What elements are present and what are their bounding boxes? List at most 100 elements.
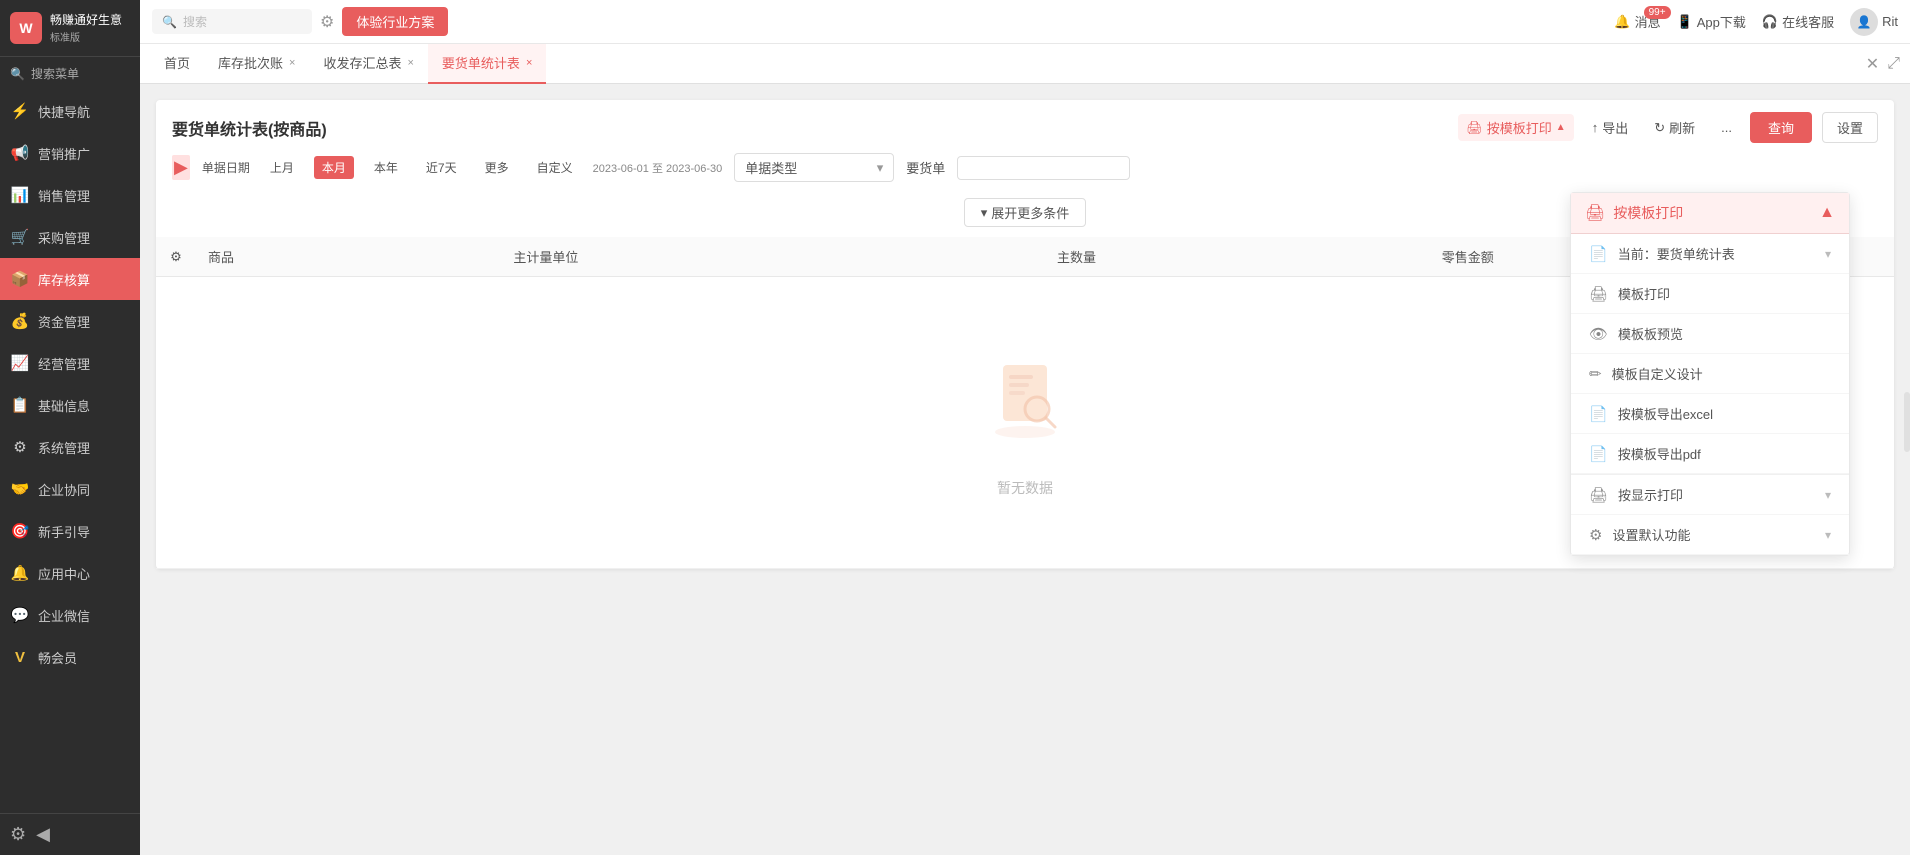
expand-window-icon[interactable]: ⤢ [1887, 55, 1900, 73]
sidebar-item-finance[interactable]: 💰 资金管理 [0, 300, 140, 342]
scrollbar-thumb[interactable] [1904, 392, 1910, 452]
sidebar-item-appstore[interactable]: 🔔 应用中心 [0, 552, 140, 594]
print-label: 按模板打印 [1487, 118, 1552, 137]
sidebar-item-basic[interactable]: 📋 基础信息 [0, 384, 140, 426]
sales-icon: 📊 [10, 185, 30, 205]
trial-button[interactable]: 体验行业方案 [342, 7, 448, 36]
scrollbar[interactable] [1904, 84, 1910, 855]
tab-order-stats-close[interactable]: × [526, 57, 532, 69]
dropdown-template-preview[interactable]: 👁 模板板预览 [1571, 314, 1849, 354]
date-btn-cur[interactable]: 本月 [314, 156, 354, 179]
sidebar-item-wechat[interactable]: 💬 企业微信 [0, 594, 140, 636]
app-download-label: App下载 [1697, 12, 1746, 31]
export-label: 导出 [1602, 118, 1628, 137]
sidebar-item-inventory[interactable]: 📦 库存核算 [0, 258, 140, 300]
sidebar-item-quicknav[interactable]: ⚡ 快捷导航 [0, 90, 140, 132]
sidebar-bottom: ⚙ ◀ [0, 813, 140, 855]
filter-input[interactable] [957, 156, 1130, 180]
tab-collection[interactable]: 收发存汇总表 × [309, 44, 427, 84]
refresh-button[interactable]: ↻ 刷新 [1646, 114, 1703, 141]
avatar: 👤 [1850, 8, 1878, 36]
sidebar-item-marketing[interactable]: 📢 营销推广 [0, 132, 140, 174]
current-template-label: 当前：要货单统计表 [1618, 244, 1735, 263]
chevron-down-expand-icon: ▾ [981, 205, 988, 221]
template-print-label: 模板打印 [1618, 284, 1670, 303]
tab-batch-close[interactable]: × [289, 57, 295, 69]
dropdown-set-default[interactable]: ⚙ 设置默认功能 ▾ [1571, 515, 1849, 555]
export-button[interactable]: ↑ 导出 [1584, 114, 1637, 141]
display-print-arrow: ▾ [1825, 488, 1831, 502]
dropdown-template-design[interactable]: ✏ 模板自定义设计 [1571, 354, 1849, 394]
dropdown-template-print[interactable]: 🖨 模板打印 [1571, 274, 1849, 314]
app-logo: W 畅赚通好生意 标准版 [0, 0, 140, 57]
dropdown-print-icon: 🖨 [1585, 203, 1605, 223]
chevron-down-icon: ▾ [877, 160, 884, 176]
dropdown-template-excel[interactable]: 📄 按模板导出excel [1571, 394, 1849, 434]
set-default-arrow: ▾ [1825, 528, 1831, 542]
filter-section-date: ▶ [172, 155, 190, 180]
template-excel-label: 按模板导出excel [1618, 404, 1713, 423]
print-button[interactable]: 🖨 按模板打印 ▲ [1458, 114, 1573, 141]
sidebar-item-sales[interactable]: 📊 销售管理 [0, 174, 140, 216]
sidebar-item-collab[interactable]: 🤝 企业协同 [0, 468, 140, 510]
date-btn-custom[interactable]: 自定义 [529, 156, 581, 179]
operations-icon: 📈 [10, 353, 30, 373]
col-settings[interactable]: ⚙ [156, 237, 196, 277]
expand-conditions-button[interactable]: ▾ 展开更多条件 [964, 198, 1087, 227]
tab-batch[interactable]: 库存批次账 × [204, 44, 309, 84]
refresh-icon: ↻ [1654, 120, 1665, 136]
query-button[interactable]: 查询 [1750, 112, 1812, 143]
wechat-icon: 💬 [10, 605, 30, 625]
search-menu-item[interactable]: 🔍 搜索菜单 [0, 57, 140, 90]
page-body: 要货单统计表(按商品) 🖨 按模板打印 ▲ ↑ 导出 ↻ 刷新 [140, 84, 1910, 855]
dropdown-display-print[interactable]: 🖨 按显示打印 ▾ [1571, 475, 1849, 515]
filter-row: ▶ 单据日期 上月 本月 本年 近7天 更多 自定义 2023-06-01 至 … [156, 143, 1894, 192]
date-btn-more[interactable]: 更多 [477, 156, 517, 179]
tab-collection-label: 收发存汇总表 [323, 53, 401, 72]
sidebar-label-inventory: 库存核算 [38, 270, 90, 289]
sidebar-label-purchase: 采购管理 [38, 228, 90, 247]
filter-arrow-icon[interactable]: ▶ [174, 157, 188, 178]
tab-order-stats[interactable]: 要货单统计表 × [428, 44, 546, 84]
member-icon: V [10, 647, 30, 667]
header-search[interactable]: 🔍 搜索 [152, 9, 312, 34]
customer-service-item[interactable]: 🎧 在线客服 [1762, 12, 1834, 31]
user-avatar-item[interactable]: 👤 Rit [1850, 8, 1898, 36]
more-button[interactable]: ... [1713, 116, 1740, 139]
sidebar-item-member[interactable]: V 畅会员 [0, 636, 140, 678]
close-all-icon[interactable]: ✕ [1866, 54, 1879, 74]
dropdown-close-icon[interactable]: ▲ [1819, 204, 1835, 222]
date-btn-year[interactable]: 本年 [366, 156, 406, 179]
dropdown-title: 按模板打印 [1613, 203, 1683, 223]
settings-icon[interactable]: ⚙ [10, 824, 26, 845]
display-print-icon: 🖨 [1589, 486, 1608, 504]
collab-icon: 🤝 [10, 479, 30, 499]
app-download-item[interactable]: 📱 App下载 [1677, 12, 1746, 31]
settings-button[interactable]: 设置 [1822, 112, 1878, 143]
order-type-select[interactable]: 单据类型 ▾ [734, 153, 894, 182]
date-btn-7days[interactable]: 近7天 [418, 156, 465, 179]
dropdown-current-item[interactable]: 📄 当前：要货单统计表 ▾ [1571, 234, 1849, 274]
header-gear-icon[interactable]: ⚙ [320, 12, 334, 32]
template-print-icon: 🖨 [1589, 285, 1608, 303]
col-qty: 主数量 [1045, 237, 1430, 277]
tab-home[interactable]: 首页 [150, 44, 204, 84]
dropdown-template-pdf[interactable]: 📄 按模板导出pdf [1571, 434, 1849, 474]
sidebar-item-operations[interactable]: 📈 经营管理 [0, 342, 140, 384]
guide-icon: 🎯 [10, 521, 30, 541]
sidebar-item-purchase[interactable]: 🛒 采购管理 [0, 216, 140, 258]
tab-collection-close[interactable]: × [407, 57, 413, 69]
collapse-icon[interactable]: ◀ [36, 824, 50, 845]
sidebar-item-guide[interactable]: 🎯 新手引导 [0, 510, 140, 552]
export-icon: ↑ [1592, 120, 1599, 135]
set-default-label: 设置默认功能 [1612, 525, 1690, 544]
notification-item[interactable]: 🔔 消息 99+ [1614, 12, 1660, 31]
date-btn-prev[interactable]: 上月 [262, 156, 302, 179]
sidebar-label-guide: 新手引导 [38, 522, 90, 541]
quicknav-icon: ⚡ [10, 101, 30, 121]
sidebar-item-system[interactable]: ⚙ 系统管理 [0, 426, 140, 468]
bell-icon: 🔔 [1614, 14, 1630, 30]
tab-batch-label: 库存批次账 [218, 53, 283, 72]
app-version: 标准版 [50, 29, 122, 44]
mobile-icon: 📱 [1677, 14, 1693, 30]
